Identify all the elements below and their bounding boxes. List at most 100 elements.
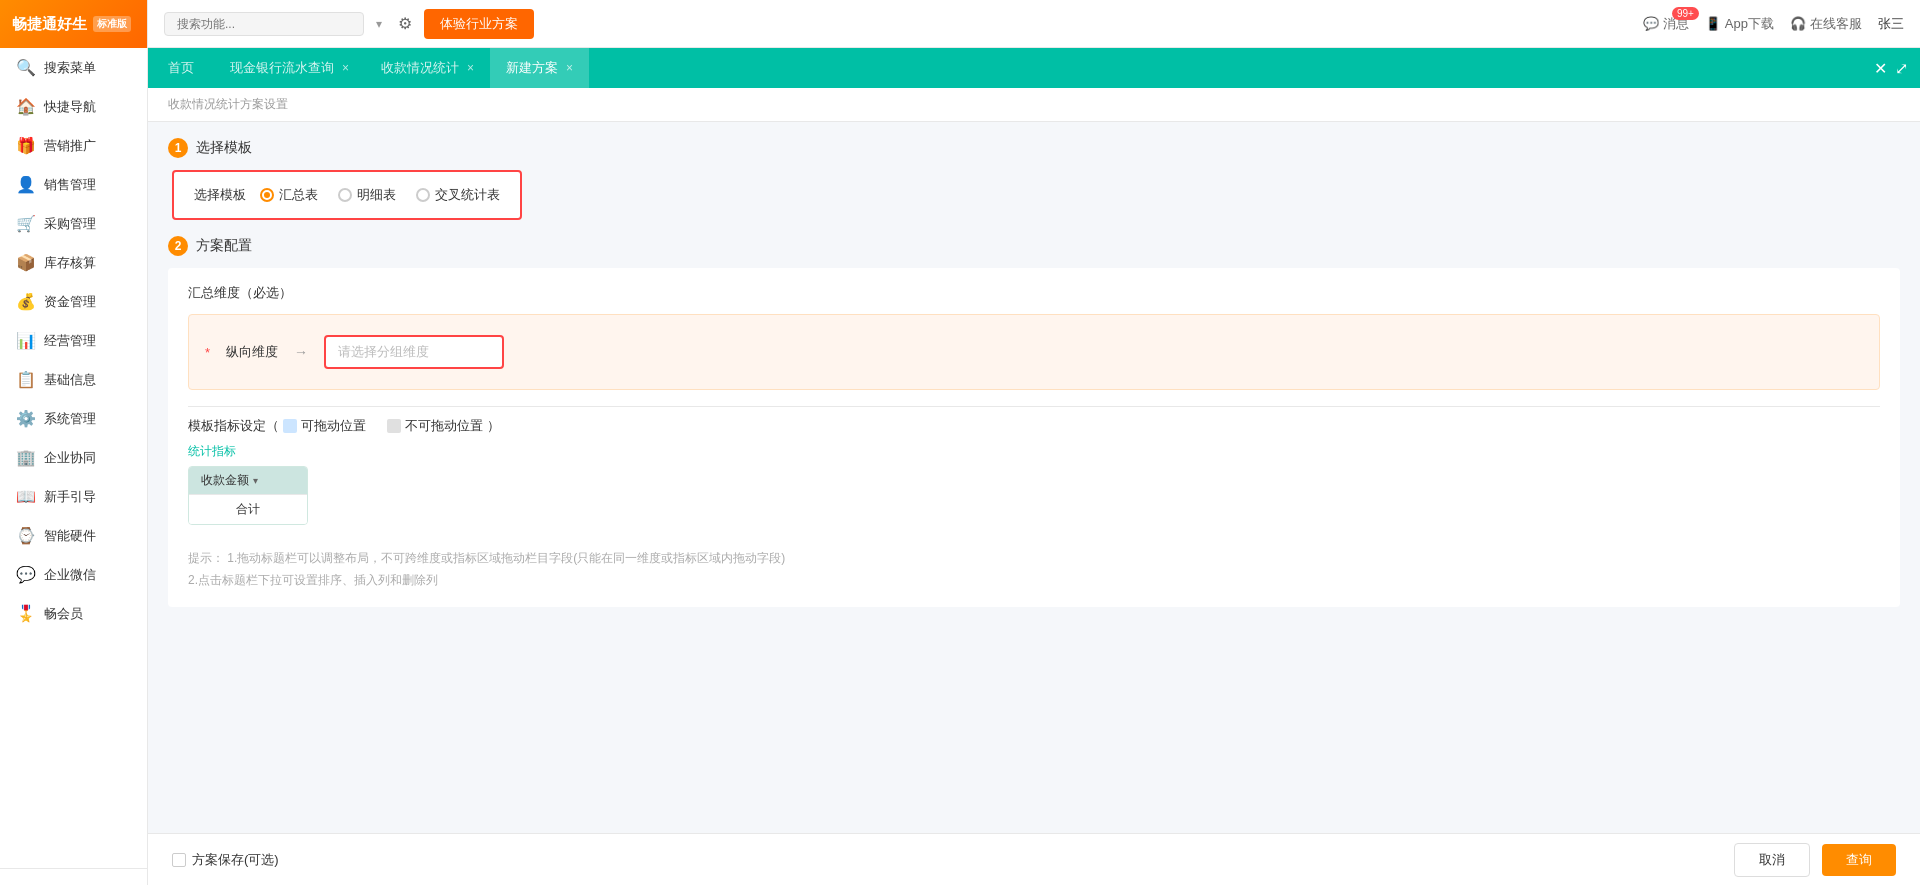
legend-fixed: 不可拖动位置 bbox=[387, 417, 483, 435]
support-label: 在线客服 bbox=[1810, 15, 1862, 33]
operations-icon: 📊 bbox=[16, 331, 36, 350]
tab-bank-query-close-icon[interactable]: × bbox=[342, 61, 349, 75]
stat-table-header[interactable]: 收款金额 ▾ bbox=[189, 467, 307, 494]
topbar: ▾ ⚙ 体验行业方案 💬 消息 99+ 📱 App下载 🎧 在线客服 张三 bbox=[148, 0, 1920, 48]
sidebar-item-system[interactable]: ⚙️系统管理 bbox=[0, 399, 147, 438]
notification-button[interactable]: 💬 消息 99+ bbox=[1643, 15, 1689, 33]
step1-badge: 1 bbox=[168, 138, 188, 158]
dimension-title-text: 汇总维度（必选） bbox=[188, 285, 292, 300]
online-support-button[interactable]: 🎧 在线客服 bbox=[1790, 15, 1862, 33]
stat-table: 收款金额 ▾ 合计 bbox=[188, 466, 308, 525]
radio-detail[interactable]: 明细表 bbox=[338, 186, 396, 204]
sidebar-item-enterprise[interactable]: 🏢企业协同 bbox=[0, 438, 147, 477]
sidebar-item-smart-hw[interactable]: ⌚ 智能硬件 bbox=[0, 516, 147, 555]
sidebar-item-marketing[interactable]: 🎁营销推广 bbox=[0, 126, 147, 165]
tip-2-text: 2.点击标题栏下拉可设置排序、插入列和删除列 bbox=[188, 570, 438, 592]
sidebar-item-search-menu[interactable]: 🔍搜索菜单 bbox=[0, 48, 147, 87]
marketing-icon: 🎁 bbox=[16, 136, 36, 155]
enterprise-icon: 🏢 bbox=[16, 448, 36, 467]
stat-table-row: 合计 bbox=[189, 494, 307, 524]
dimension-selector[interactable]: 请选择分组维度 bbox=[324, 335, 504, 369]
step1-title: 选择模板 bbox=[196, 139, 252, 157]
bottom-bar: 方案保存(可选) 取消 查询 bbox=[148, 833, 1920, 885]
indicator-section: 模板指标设定（ 可拖动位置 不可拖动位置 ） 统计指标 bbox=[188, 417, 1880, 528]
radio-summary-dot bbox=[260, 188, 274, 202]
wechat-label: 企业微信 bbox=[44, 566, 96, 584]
expand-window-icon[interactable]: ⤢ bbox=[1895, 59, 1908, 78]
quick-nav-label: 快捷导航 bbox=[44, 98, 96, 116]
tabbar: 首页 现金银行流水查询 × 收款情况统计 × 新建方案 × ✕ ⤢ bbox=[148, 48, 1920, 88]
step2-badge: 2 bbox=[168, 236, 188, 256]
stat-table-header-text: 收款金额 bbox=[201, 472, 249, 489]
stat-label: 统计指标 bbox=[188, 443, 1880, 460]
config-section: 汇总维度（必选） * 纵向维度 → 请选择分组维度 bbox=[168, 268, 1900, 607]
sidebar-item-finance[interactable]: 💰资金管理 bbox=[0, 282, 147, 321]
sidebar-item-basic-info[interactable]: 📋基础信息 bbox=[0, 360, 147, 399]
radio-cross-dot bbox=[416, 188, 430, 202]
tabbar-actions: ✕ ⤢ bbox=[1862, 48, 1920, 88]
operations-label: 经营管理 bbox=[44, 332, 96, 350]
sidebar-item-purchase[interactable]: 🛒采购管理 bbox=[0, 204, 147, 243]
tab-home-label: 首页 bbox=[168, 59, 194, 77]
industry-solution-button[interactable]: 体验行业方案 bbox=[424, 9, 534, 39]
search-input[interactable] bbox=[164, 12, 364, 36]
member-label: 畅会员 bbox=[44, 605, 83, 623]
guide-icon: 📖 bbox=[16, 487, 36, 506]
app-download-button[interactable]: 📱 App下载 bbox=[1705, 15, 1774, 33]
dropdown-arrow-icon[interactable]: ▾ bbox=[376, 17, 382, 31]
dimension-area: * 纵向维度 → 请选择分组维度 bbox=[188, 314, 1880, 390]
legend-close-paren: ） bbox=[487, 417, 500, 435]
main-area: ▾ ⚙ 体验行业方案 💬 消息 99+ 📱 App下载 🎧 在线客服 张三 首页 bbox=[148, 0, 1920, 885]
quick-nav-icon: 🏠 bbox=[16, 97, 36, 116]
cancel-button[interactable]: 取消 bbox=[1734, 843, 1810, 877]
wechat-icon: 💬 bbox=[16, 565, 36, 584]
sidebar: 畅捷通好生 标准版 🔍搜索菜单 🏠 快捷导航 🎁营销推广👤销售管理🛒采购管理📦库存核算… bbox=[0, 0, 148, 885]
smart-hw-icon: ⌚ bbox=[16, 526, 36, 545]
sidebar-item-guide[interactable]: 📖新手引导 bbox=[0, 477, 147, 516]
sidebar-item-wechat[interactable]: 💬 企业微信 bbox=[0, 555, 147, 594]
tab-new-plan-close-icon[interactable]: × bbox=[566, 61, 573, 75]
page-body: 1 选择模板 选择模板 汇总表 明细表 bbox=[148, 122, 1920, 623]
tab-receipt-stats-close-icon[interactable]: × bbox=[467, 61, 474, 75]
draggable-legend-label: 可拖动位置 bbox=[301, 417, 366, 435]
tab-home[interactable]: 首页 bbox=[148, 48, 214, 88]
sidebar-item-quick-nav[interactable]: 🏠 快捷导航 bbox=[0, 87, 147, 126]
sidebar-item-inventory[interactable]: 📦库存核算 bbox=[0, 243, 147, 282]
sidebar-item-member[interactable]: 🎖️ 畅会员 bbox=[0, 594, 147, 633]
topbar-right: 💬 消息 99+ 📱 App下载 🎧 在线客服 张三 bbox=[1643, 15, 1904, 33]
step1-header: 1 选择模板 bbox=[168, 138, 1900, 158]
tab-new-plan[interactable]: 新建方案 × bbox=[490, 48, 589, 88]
username-display[interactable]: 张三 bbox=[1878, 15, 1904, 33]
sidebar-item-operations[interactable]: 📊 经营管理 bbox=[0, 321, 147, 360]
radio-cross[interactable]: 交叉统计表 bbox=[416, 186, 500, 204]
radio-cross-label: 交叉统计表 bbox=[435, 186, 500, 204]
logo-text: 畅捷通好生 bbox=[12, 15, 87, 34]
tab-bank-query[interactable]: 现金银行流水查询 × bbox=[214, 48, 365, 88]
member-icon: 🎖️ bbox=[16, 604, 36, 623]
required-star: * bbox=[205, 345, 210, 360]
indicator-legend-bar: 模板指标设定（ 可拖动位置 不可拖动位置 ） bbox=[188, 417, 1880, 435]
tab-receipt-stats[interactable]: 收款情况统计 × bbox=[365, 48, 490, 88]
save-option-label: 方案保存(可选) bbox=[192, 851, 279, 869]
tip-line-2: 2.点击标题栏下拉可设置排序、插入列和删除列 bbox=[188, 570, 1880, 592]
dimension-row: * 纵向维度 → 请选择分组维度 bbox=[205, 335, 1863, 369]
template-selection-box: 选择模板 汇总表 明细表 交叉统计表 bbox=[172, 170, 522, 220]
notification-badge: 99+ bbox=[1672, 7, 1699, 20]
save-checkbox[interactable] bbox=[172, 853, 186, 867]
legend-separator bbox=[370, 417, 383, 435]
system-icon: ⚙️ bbox=[16, 409, 36, 428]
save-option: 方案保存(可选) bbox=[172, 851, 279, 869]
sidebar-item-sales[interactable]: 👤销售管理 bbox=[0, 165, 147, 204]
step2-title: 方案配置 bbox=[196, 237, 252, 255]
radio-summary[interactable]: 汇总表 bbox=[260, 186, 318, 204]
settings-icon[interactable]: ⚙ bbox=[398, 14, 412, 33]
tip-1-text: 提示： 1.拖动标题栏可以调整布局，不可跨维度或指标区域拖动栏目字段(只能在同一… bbox=[188, 548, 785, 570]
smart-hw-label: 智能硬件 bbox=[44, 527, 96, 545]
search-menu-icon: 🔍 bbox=[16, 58, 36, 77]
query-button[interactable]: 查询 bbox=[1822, 844, 1896, 876]
page-content: 收款情况统计方案设置 1 选择模板 选择模板 汇总表 bbox=[148, 88, 1920, 885]
inventory-icon: 📦 bbox=[16, 253, 36, 272]
tip-line-1: 提示： 1.拖动标题栏可以调整布局，不可跨维度或指标区域拖动栏目字段(只能在同一… bbox=[188, 548, 1880, 570]
close-window-icon[interactable]: ✕ bbox=[1874, 59, 1887, 78]
app-logo: 畅捷通好生 标准版 bbox=[0, 0, 147, 48]
